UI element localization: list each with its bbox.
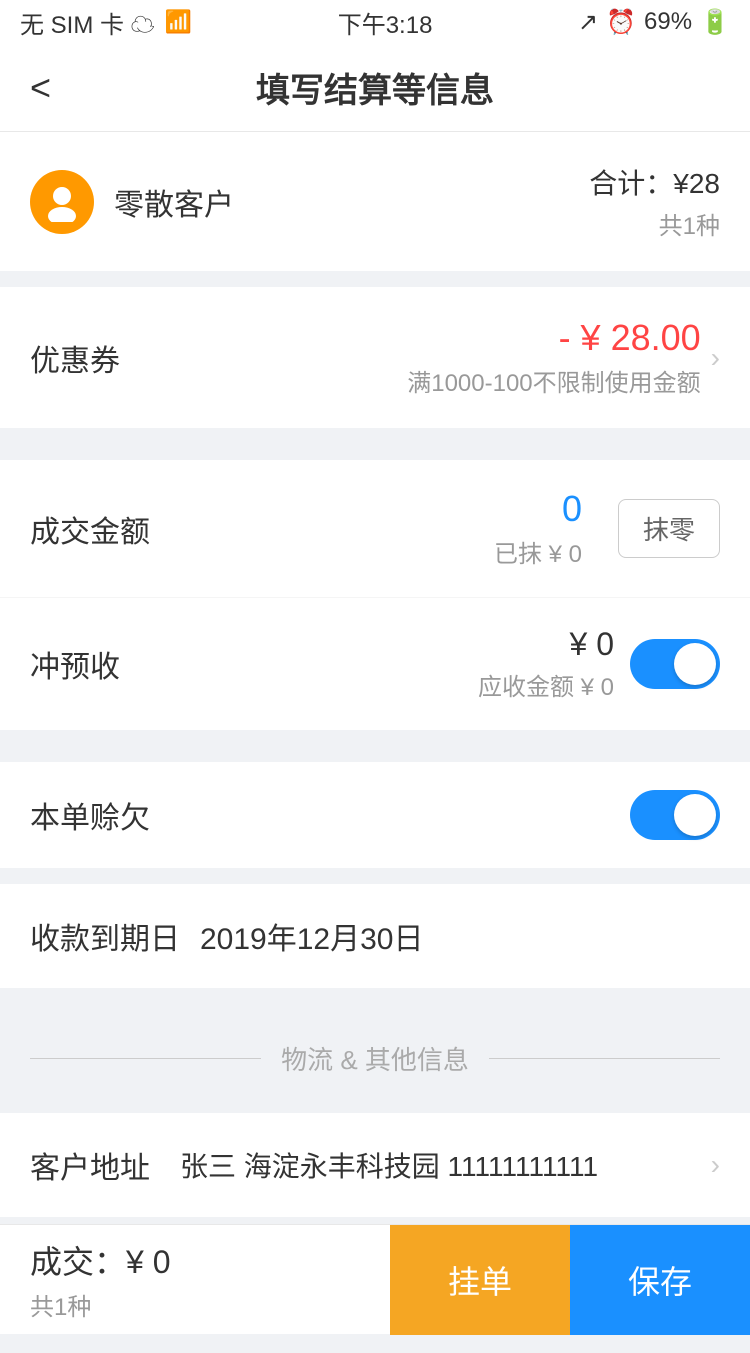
content-area: 零散客户 合计：¥28 共1种 优惠券 - ¥ 28.00 满1000-100不…: [0, 132, 750, 1353]
alarm-icon: ⏰: [606, 8, 636, 37]
toggle-knob: [674, 643, 716, 685]
customer-summary: 合计：¥28 共1种: [589, 162, 720, 241]
pending-button[interactable]: 挂单: [390, 1225, 570, 1335]
debt-toggle[interactable]: [630, 790, 720, 840]
customer-avatar: [30, 170, 94, 234]
prepayment-amount: ¥ 0: [478, 626, 614, 663]
address-value: 张三 海淀永丰科技园 11111111111: [180, 1145, 711, 1185]
battery-icon: 🔋: [700, 8, 730, 37]
sim-status: 无 SIM 卡 ☁: [20, 5, 155, 40]
bottom-bar: 成交：¥ 0 共1种 挂单 保存: [0, 1224, 750, 1334]
logistics-label: 物流 & 其他信息: [281, 1040, 469, 1077]
bottom-deal-amount: ¥ 0: [126, 1244, 170, 1280]
coupon-info: - ¥ 28.00 满1000-100不限制使用金额: [407, 317, 700, 398]
prepayment-label: 冲预收: [30, 642, 120, 686]
prepayment-right: ¥ 0 应收金额 ¥ 0: [478, 626, 720, 702]
debt-label: 本单赊欠: [30, 793, 150, 837]
coupon-section[interactable]: 优惠券 - ¥ 28.00 满1000-100不限制使用金额 ›: [0, 287, 750, 428]
section-divider-1: [0, 444, 750, 460]
logistics-divider: 物流 & 其他信息: [0, 1020, 750, 1097]
page-title: 填写结算等信息: [256, 63, 494, 112]
customer-total: 合计：¥28: [589, 162, 720, 202]
address-label: 客户地址: [30, 1143, 150, 1187]
due-date-row: 收款到期日 2019年12月30日: [30, 914, 720, 958]
divider-line-left: [30, 1058, 261, 1059]
chevron-right-icon: ›: [711, 342, 720, 374]
avatar-icon: [42, 182, 82, 222]
battery-level: 69%: [644, 8, 692, 36]
bottom-info: 成交：¥ 0 共1种: [0, 1237, 390, 1322]
transaction-value[interactable]: 0: [562, 488, 582, 529]
prepayment-row: 冲预收 ¥ 0 应收金额 ¥ 0: [0, 598, 750, 730]
coupon-right: - ¥ 28.00 满1000-100不限制使用金额 ›: [407, 317, 720, 398]
due-date-section: 收款到期日 2019年12月30日: [0, 884, 750, 988]
transaction-amount-row: 成交金额 0 已抹 ¥ 0 抹零: [0, 460, 750, 598]
coupon-label: 优惠券: [30, 336, 120, 380]
coupon-desc: 满1000-100不限制使用金额: [407, 363, 700, 398]
address-chevron-icon: ›: [711, 1149, 720, 1181]
customer-section: 零散客户 合计：¥28 共1种: [0, 132, 750, 271]
status-bar: 无 SIM 卡 ☁ 📶 下午3:18 ↗ ⏰ 69% 🔋: [0, 0, 750, 44]
status-right: ↗ ⏰ 69% 🔋: [578, 8, 730, 37]
section-divider-4: [0, 1097, 750, 1113]
debt-section: 本单赊欠: [0, 762, 750, 868]
due-date-value[interactable]: 2019年12月30日: [200, 914, 423, 958]
prepayment-toggle[interactable]: [630, 639, 720, 689]
transaction-section: 成交金额 0 已抹 ¥ 0 抹零 冲预收 ¥ 0 应收金额 ¥ 0: [0, 460, 750, 730]
section-divider-2: [0, 746, 750, 762]
save-button[interactable]: 保存: [570, 1225, 750, 1335]
bottom-deal-text: 成交：¥ 0: [30, 1237, 360, 1283]
status-left: 无 SIM 卡 ☁ 📶: [20, 5, 192, 40]
section-divider-3: [0, 1004, 750, 1020]
transaction-label: 成交金额: [30, 507, 150, 551]
location-icon: ↗: [578, 8, 598, 37]
prepayment-sub: 应收金额 ¥ 0: [478, 667, 614, 702]
prepayment-amount-block: ¥ 0 应收金额 ¥ 0: [478, 626, 614, 702]
customer-info: 零散客户: [30, 170, 234, 234]
transaction-right: 0 已抹 ¥ 0 抹零: [494, 488, 720, 569]
debt-row: 本单赊欠: [0, 762, 750, 868]
divider-line-right: [489, 1058, 720, 1059]
round-off-button[interactable]: 抹零: [618, 499, 720, 558]
back-button[interactable]: <: [30, 67, 51, 109]
wifi-icon: 📶: [165, 9, 192, 35]
bottom-deal-label: 成交：: [30, 1244, 126, 1280]
amount-block: 0 已抹 ¥ 0: [494, 488, 582, 569]
status-time: 下午3:18: [338, 5, 433, 40]
address-section[interactable]: 客户地址 张三 海淀永丰科技园 11111111111 ›: [0, 1113, 750, 1217]
customer-name: 零散客户: [114, 180, 234, 224]
due-date-label: 收款到期日: [30, 914, 180, 958]
bottom-count: 共1种: [30, 1287, 360, 1322]
debt-toggle-knob: [674, 794, 716, 836]
coupon-amount: - ¥ 28.00: [407, 317, 700, 359]
nav-bar: < 填写结算等信息: [0, 44, 750, 132]
transaction-sub: 已抹 ¥ 0: [494, 534, 582, 569]
customer-count: 共1种: [589, 206, 720, 241]
